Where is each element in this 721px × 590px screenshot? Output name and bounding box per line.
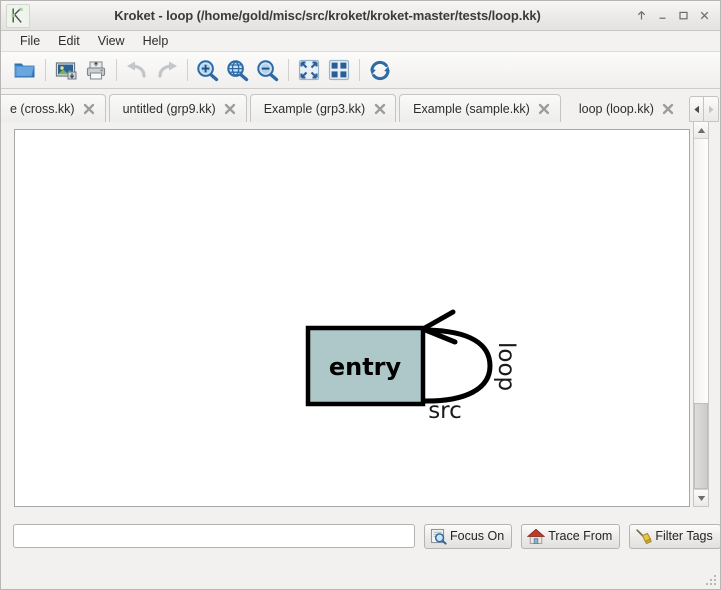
toolbar-separator — [359, 59, 360, 81]
close-x-icon[interactable] — [224, 102, 237, 115]
tab-label: untitled (grp9.kk) — [122, 101, 216, 116]
bottom-action-bar: Focus On Trace From Filter Tags — [1, 513, 720, 559]
maximize-window-button[interactable] — [673, 5, 694, 27]
focus-on-button[interactable]: Focus On — [424, 523, 513, 549]
magnifier-document-icon — [430, 528, 447, 545]
toolbar-separator — [116, 59, 117, 81]
scrollbar-thumb[interactable] — [694, 403, 708, 489]
filter-tags-button[interactable]: Filter Tags — [629, 523, 720, 549]
tab-sample-kk[interactable]: Example (sample.kk) — [399, 94, 561, 122]
tab-loop-kk[interactable]: loop (loop.kk) — [563, 94, 682, 122]
print-button[interactable] — [81, 55, 111, 85]
filter-input[interactable] — [13, 524, 415, 548]
reload-button[interactable] — [365, 55, 395, 85]
close-x-icon[interactable] — [662, 102, 675, 115]
zoom-out-button[interactable] — [253, 55, 283, 85]
button-label: Trace From — [548, 529, 613, 543]
scroll-up-arrow-icon[interactable] — [694, 122, 708, 139]
tab-label: loop (loop.kk) — [578, 101, 654, 116]
tab-label: Example (grp3.kk) — [263, 101, 366, 116]
shade-window-button[interactable] — [631, 5, 652, 27]
graph-node-label: entry — [329, 353, 402, 381]
yellow-broom-icon — [635, 528, 653, 545]
graph-edge-label-loop: loop — [493, 342, 519, 391]
undo-button[interactable] — [122, 55, 152, 85]
tab-cross-kk[interactable]: e (cross.kk) — [1, 94, 106, 122]
graph-edge-loop-self[interactable] — [419, 309, 493, 404]
redo-button[interactable] — [152, 55, 182, 85]
scroll-down-arrow-icon[interactable] — [694, 489, 708, 506]
toolbar-separator — [45, 59, 46, 81]
close-x-icon[interactable] — [538, 102, 551, 115]
open-file-button[interactable] — [10, 55, 40, 85]
canvas-vertical-scrollbar[interactable] — [693, 121, 709, 507]
graph-node-entry[interactable]: entry — [305, 325, 426, 407]
kroket-main-window: Kroket - loop (/home/gold/misc/src/kroke… — [0, 0, 721, 590]
tab-scroll-controls — [689, 94, 719, 122]
menu-view[interactable]: View — [89, 32, 134, 51]
close-x-icon[interactable] — [373, 102, 386, 115]
document-tabstrip: e (cross.kk) untitled (grp9.kk) Example … — [1, 89, 720, 122]
trace-from-button[interactable]: Trace From — [521, 523, 621, 549]
menubar: File Edit View Help — [1, 31, 720, 52]
graph-canvas[interactable]: entry loop src — [14, 129, 690, 507]
window-resize-grip[interactable] — [704, 573, 718, 587]
graph-drawing: entry loop src — [305, 309, 519, 424]
zoom-in-button[interactable] — [193, 55, 223, 85]
window-title: Kroket - loop (/home/gold/misc/src/kroke… — [114, 8, 541, 23]
fit-to-window-button[interactable] — [294, 55, 324, 85]
graph-edge-label-src: src — [428, 398, 462, 424]
menu-edit[interactable]: Edit — [49, 32, 89, 51]
close-x-icon[interactable] — [83, 102, 96, 115]
tab-label: e (cross.kk) — [10, 101, 75, 116]
close-window-button[interactable] — [694, 5, 715, 27]
export-image-button[interactable] — [51, 55, 81, 85]
button-label: Focus On — [450, 529, 505, 543]
scrollbar-track[interactable] — [694, 139, 708, 489]
menu-file[interactable]: File — [11, 32, 49, 51]
button-label: Filter Tags — [655, 529, 713, 543]
window-controls — [631, 5, 715, 27]
tab-label: Example (sample.kk) — [413, 101, 530, 116]
menu-help[interactable]: Help — [134, 32, 178, 51]
zoom-reset-button[interactable] — [223, 55, 253, 85]
tile-layout-button[interactable] — [324, 55, 354, 85]
kroket-k-logo-icon — [6, 3, 30, 28]
main-toolbar — [1, 52, 720, 89]
tab-grp3-kk[interactable]: Example (grp3.kk) — [249, 94, 397, 122]
tab-grp9-kk[interactable]: untitled (grp9.kk) — [108, 94, 247, 122]
toolbar-separator — [288, 59, 289, 81]
tab-scroll-right-button[interactable] — [704, 96, 719, 122]
tab-scroll-left-button[interactable] — [689, 96, 704, 122]
window-titlebar: Kroket - loop (/home/gold/misc/src/kroke… — [1, 1, 720, 31]
red-house-icon — [527, 528, 546, 545]
minimize-window-button[interactable] — [652, 5, 673, 27]
toolbar-separator — [187, 59, 188, 81]
